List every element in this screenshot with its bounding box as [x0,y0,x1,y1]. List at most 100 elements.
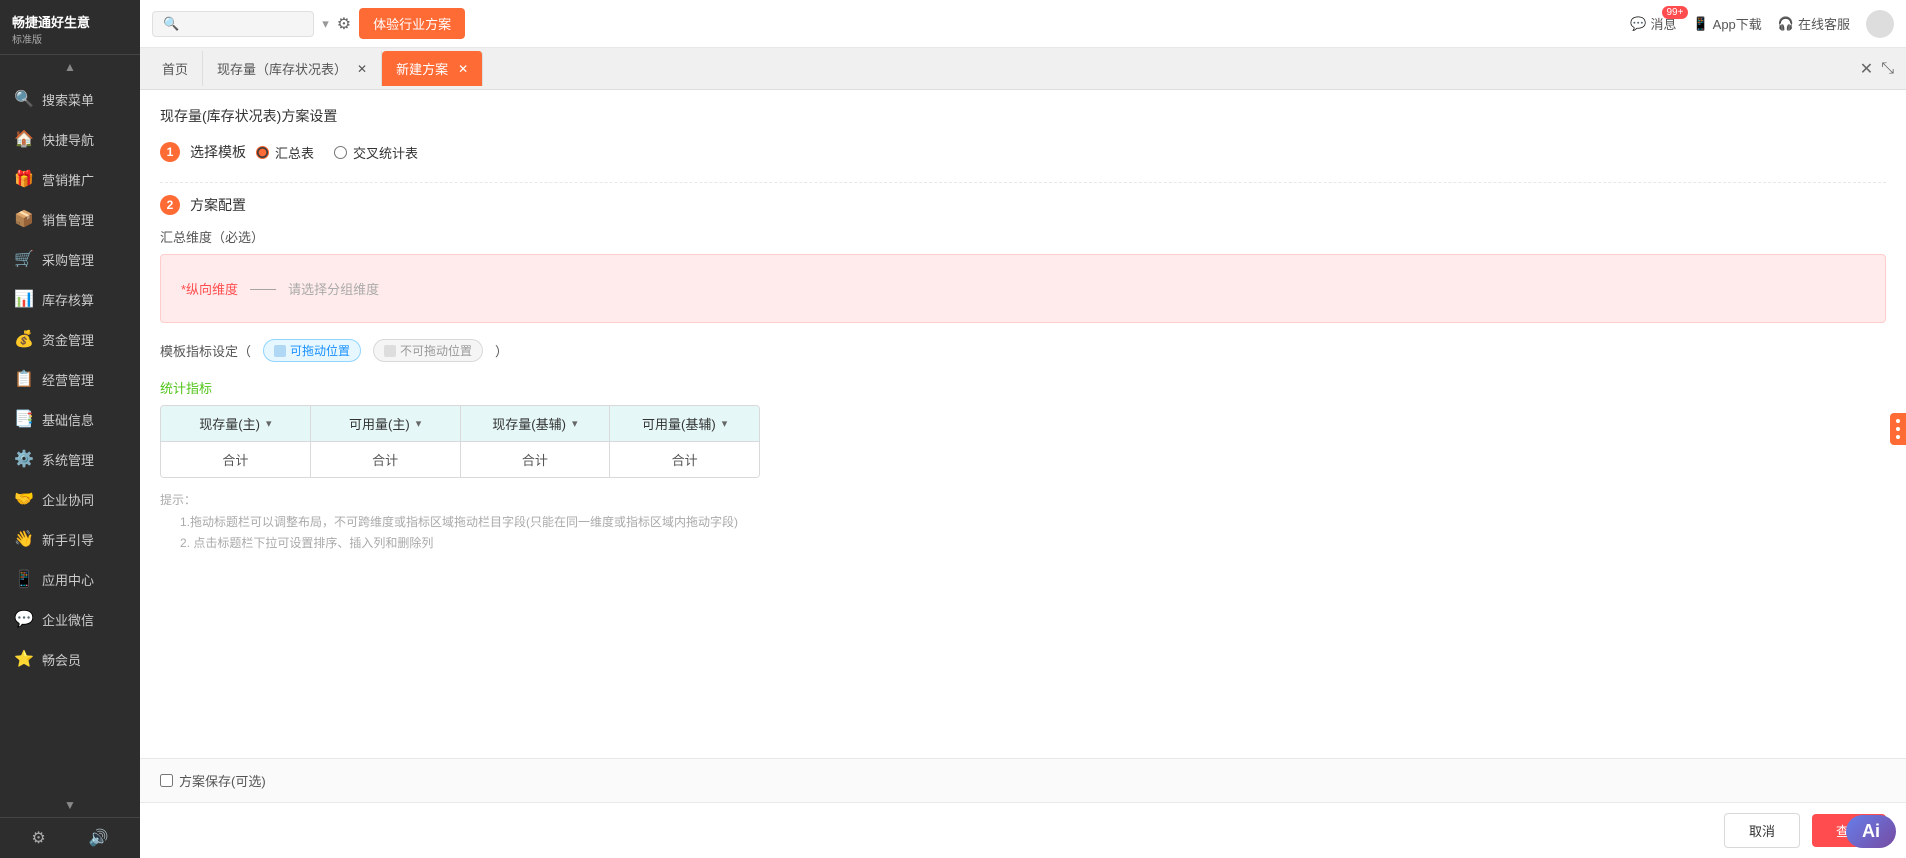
dimension-inner: *纵向维度 —— 请选择分组维度 [181,279,1865,298]
sidebar-scroll-down[interactable]: ▼ [0,793,140,817]
sidebar-item-basic[interactable]: 📑 基础信息 [0,399,140,439]
save-scheme-label[interactable]: 方案保存(可选) [160,771,266,790]
sidebar-item-label: 应用中心 [42,570,94,589]
close-window-icon[interactable]: ✕ [1860,59,1873,79]
ai-badge[interactable]: Ai [1846,815,1896,848]
tab-inventory-label: 现存量（库存状况表） [217,59,347,78]
sidebar-item-label: 经营管理 [42,370,94,389]
online-service-button[interactable]: 🎧 在线客服 [1778,14,1850,33]
sidebar-item-label: 企业协同 [42,490,94,509]
sidebar-item-inventory[interactable]: 📊 库存核算 [0,279,140,319]
col4-chevron-icon[interactable]: ▾ [722,417,728,430]
tab-inventory-status[interactable]: 现存量（库存状况表） ✕ [203,51,382,86]
close-tab-inventory-icon[interactable]: ✕ [357,62,367,76]
topbar-gear-icon[interactable]: ⚙ [337,14,351,34]
search-input[interactable] [183,17,303,31]
sidebar-item-newcomer[interactable]: 👋 新手引导 [0,519,140,559]
stats-col-2[interactable]: 可用量(主) ▾ [311,406,461,441]
sidebar-item-search[interactable]: 🔍 搜索菜单 [0,79,140,119]
draggable-label: 可拖动位置 [290,342,350,359]
handshake-icon: 🤝 [14,489,34,509]
sidebar-item-enterprise[interactable]: 🤝 企业协同 [0,479,140,519]
search-box[interactable]: 🔍 [152,11,314,37]
radio-summary-input[interactable] [256,146,269,159]
sidebar-item-wechat[interactable]: 💬 企业微信 [0,599,140,639]
wechat-icon: 💬 [14,609,34,629]
dimension-required: *纵向维度 [181,279,238,298]
chart-icon: 📊 [14,289,34,309]
trial-button[interactable]: 体验行业方案 [359,8,465,39]
col3-chevron-icon[interactable]: ▾ [572,417,578,430]
step1-title: 选择模板 [190,142,246,162]
star-icon: ⭐ [14,649,34,669]
sidebar-item-label: 营销推广 [42,170,94,189]
topbar: 🔍 ▾ ⚙ 体验行业方案 💬 消息 99+ 📱 App下载 🎧 在线客服 [140,0,1906,48]
cancel-button[interactable]: 取消 [1724,813,1800,848]
close-tab-new-scheme-icon[interactable]: ✕ [458,62,468,76]
col4-label: 可用量(基辅) [642,414,716,433]
sidebar-item-appcenter[interactable]: 📱 应用中心 [0,559,140,599]
sidebar-item-label: 新手引导 [42,530,94,549]
edge-dot [1896,427,1900,431]
radio-summary[interactable]: 汇总表 [256,143,314,162]
maximize-icon[interactable]: ⤡ [1881,60,1894,78]
col2-chevron-icon[interactable]: ▾ [416,417,422,430]
sidebar-item-operations[interactable]: 📋 经营管理 [0,359,140,399]
radio-cross-label: 交叉统计表 [353,143,418,162]
tab-home[interactable]: 首页 [148,51,203,86]
step2-number: 2 [160,195,180,215]
box-icon: 📦 [14,209,34,229]
cell2: 合计 [311,442,461,477]
sidebar-item-system[interactable]: ⚙️ 系统管理 [0,439,140,479]
stats-label: 统计指标 [160,378,1886,397]
app-download-label: App下载 [1713,14,1762,33]
radio-cross[interactable]: 交叉统计表 [334,143,418,162]
message-button[interactable]: 💬 消息 99+ [1630,14,1676,33]
col1-chevron-icon[interactable]: ▾ [266,417,272,430]
step2-section: 2 方案配置 汇总维度（必选） *纵向维度 —— 请选择分组维度 模板指标设定（… [160,195,1886,555]
stats-col-4[interactable]: 可用量(基辅) ▾ [610,406,759,441]
tips-area: 提示： 1.拖动标题栏可以调整布局，不可跨维度或指标区域拖动栏目字段(只能在同一… [160,490,1886,555]
settings-button[interactable]: ⚙ [31,828,45,848]
sidebar-bottom: ⚙ 🔊 [0,817,140,858]
save-scheme-checkbox[interactable] [160,774,173,787]
money-icon: 💰 [14,329,34,349]
fixed-badge: 不可拖动位置 [373,339,483,362]
tab-new-scheme[interactable]: 新建方案 ✕ [382,51,483,86]
right-edge-panel [1890,413,1906,445]
edge-dot [1896,419,1900,423]
tab-home-label: 首页 [162,59,188,78]
sidebar-item-sales[interactable]: 📦 销售管理 [0,199,140,239]
stats-col-3[interactable]: 现存量(基辅) ▾ [461,406,611,441]
chevron-down-icon[interactable]: ▾ [322,16,329,32]
fixed-label: 不可拖动位置 [400,342,472,359]
main-area: 🔍 ▾ ⚙ 体验行业方案 💬 消息 99+ 📱 App下载 🎧 在线客服 [140,0,1906,858]
step1-section: 1 选择模板 汇总表 交叉统计表 [160,142,1886,162]
user-menu[interactable] [1866,10,1894,38]
tab-expand-area: ✕ ⤡ [1860,59,1906,79]
indicator-suffix: ） [495,341,508,360]
clipboard-icon: 📋 [14,369,34,389]
phone-icon: 📱 [1692,16,1708,32]
col2-label: 可用量(主) [349,414,410,433]
radio-cross-input[interactable] [334,146,347,159]
sidebar-item-purchase[interactable]: 🛒 采购管理 [0,239,140,279]
gift-icon: 🎁 [14,169,34,189]
sidebar-item-marketing[interactable]: 🎁 营销推广 [0,159,140,199]
sidebar-item-finance[interactable]: 💰 资金管理 [0,319,140,359]
sidebar-item-shortcut[interactable]: 🏠 快捷导航 [0,119,140,159]
wave-icon: 👋 [14,529,34,549]
footer-save-row: 方案保存(可选) [140,758,1906,802]
speaker-button[interactable]: 🔊 [89,828,109,848]
app-version: 标准版 [12,31,128,46]
sidebar-item-member[interactable]: ⭐ 畅会员 [0,639,140,679]
stats-table: 现存量(主) ▾ 可用量(主) ▾ 现存量(基辅) ▾ 可用量(基辅) ▾ [160,405,760,478]
dimension-placeholder[interactable]: 请选择分组维度 [288,279,379,298]
stats-col-1[interactable]: 现存量(主) ▾ [161,406,311,441]
sidebar-scroll-up[interactable]: ▲ [0,55,140,79]
app-download-button[interactable]: 📱 App下载 [1692,14,1761,33]
content-area: 现存量(库存状况表)方案设置 1 选择模板 汇总表 交叉统计表 [140,90,1906,758]
action-bar: 取消 查询 [140,802,1906,858]
sidebar-item-label: 采购管理 [42,250,94,269]
search-icon-top: 🔍 [163,16,179,32]
